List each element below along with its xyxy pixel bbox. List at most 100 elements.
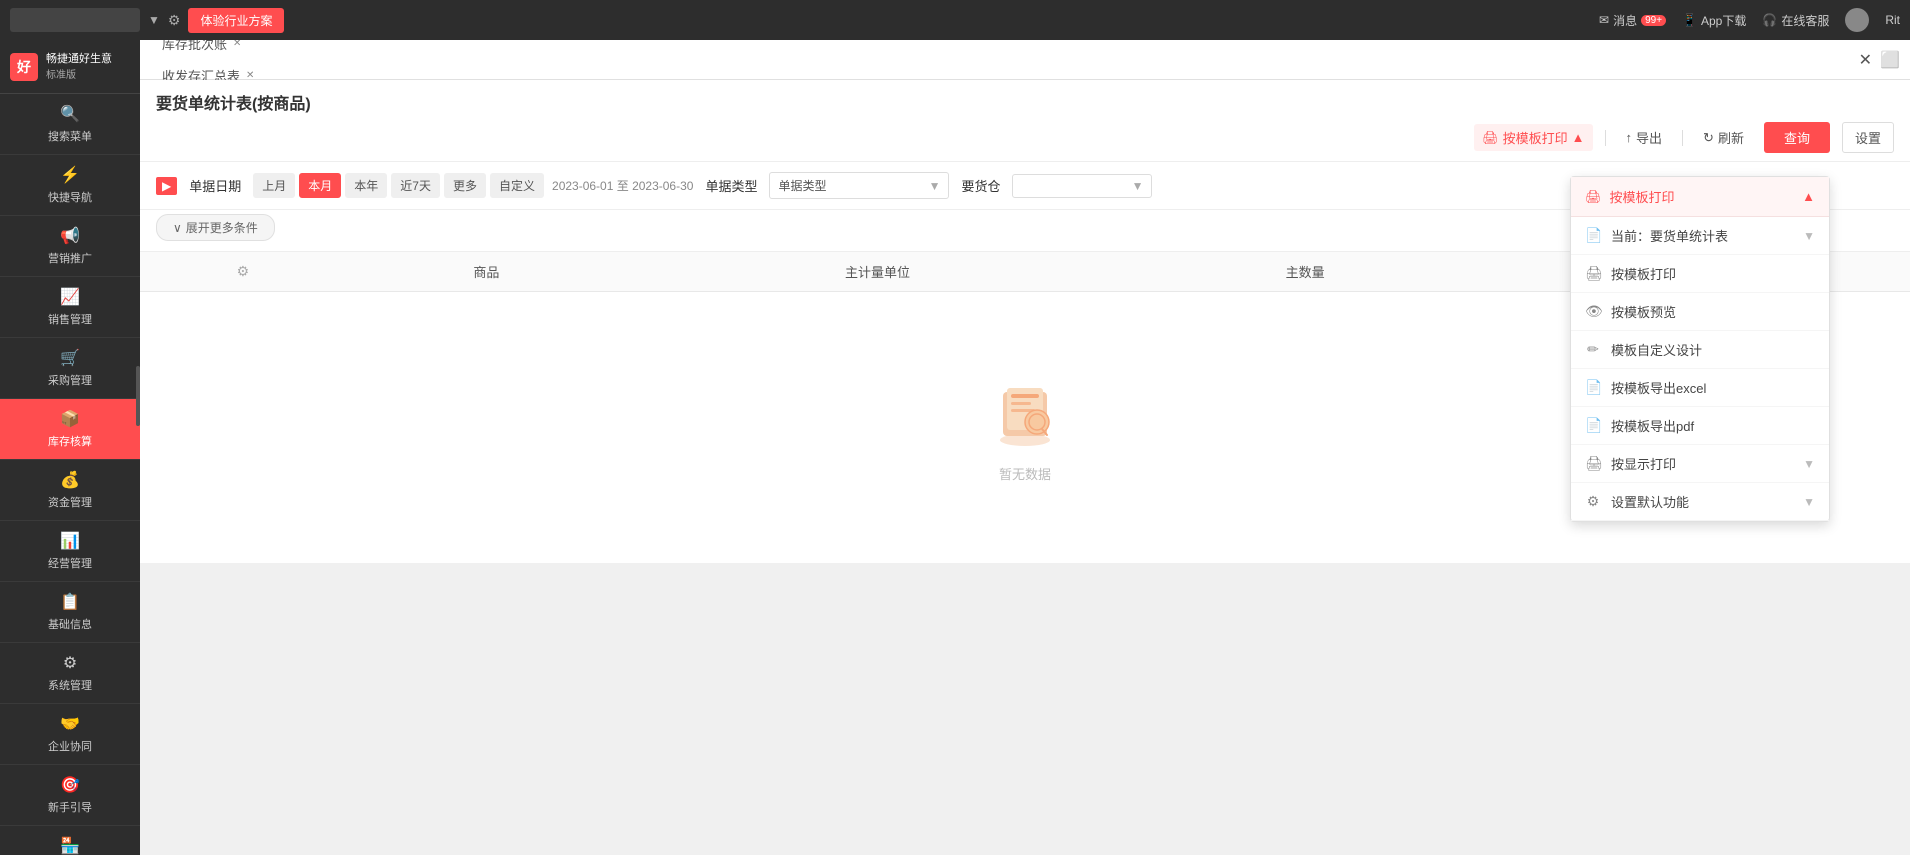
- nav-label-enterprise: 企业协同: [48, 738, 92, 754]
- toolbar-divider-2: [1682, 130, 1683, 146]
- type-filter-select[interactable]: 单据类型 ▼: [769, 172, 949, 199]
- tab-bar: 首页库存批次账✕收发存汇总表✕要货单统计表✕ ✕ ⬜: [140, 40, 1910, 80]
- tpl-excel-label: 按模板导出excel: [1611, 378, 1706, 397]
- display-print-label: 按显示打印: [1611, 454, 1676, 473]
- dropdown-current-template[interactable]: 📄 当前：要货单统计表 ▼: [1571, 217, 1829, 255]
- tpl-print-label: 按模板打印: [1611, 264, 1676, 283]
- nav-label-system: 系统管理: [48, 677, 92, 693]
- top-bar-left: ▼ ⚙ 体验行业方案: [10, 8, 1591, 33]
- column-settings-icon[interactable]: ⚙: [237, 263, 250, 279]
- online-service-label: 在线客服: [1781, 12, 1829, 29]
- table-col-product: 商品: [346, 252, 627, 292]
- tpl-preview-label: 按模板预览: [1611, 302, 1676, 321]
- logo-text-group: 畅捷通好生意 标准版: [46, 52, 112, 81]
- page: 要货单统计表(按商品) 🖨 按模板打印 ▲ ↑ 导出 ↻ 刷新: [140, 80, 1910, 855]
- dropdown-template-pdf[interactable]: 📄 按模板导出pdf: [1571, 407, 1829, 445]
- refresh-button[interactable]: ↻ 刷新: [1695, 124, 1752, 151]
- search-input[interactable]: [10, 8, 140, 32]
- trial-button[interactable]: 体验行业方案: [188, 8, 284, 33]
- nav-label-guide: 新手引导: [48, 799, 92, 815]
- dropdown-header-icons: ▲: [1802, 189, 1815, 204]
- filter-expand-icon[interactable]: ▶: [156, 177, 177, 195]
- settings-button[interactable]: 设置: [1842, 122, 1894, 153]
- default-func-label: 设置默认功能: [1611, 492, 1689, 511]
- maximize-window-icon[interactable]: ⬜: [1880, 50, 1900, 70]
- sidebar-item-quick-nav[interactable]: ⚡ 快捷导航: [0, 155, 140, 216]
- tab-batch-account[interactable]: 库存批次账✕: [150, 40, 266, 60]
- sidebar-item-basic[interactable]: 📋 基础信息: [0, 582, 140, 643]
- dropdown-template-print[interactable]: 🖨 按模板打印: [1571, 255, 1829, 293]
- template-icon: 📄: [1585, 227, 1601, 244]
- default-func-icon: ⚙: [1585, 493, 1601, 510]
- app-download-group[interactable]: 📱 App下载: [1682, 12, 1746, 29]
- print-dropdown: 🖨 按模板打印 ▲ 📄 当前：要货单统计表 ▼ 🖨 按模板打印: [1570, 176, 1830, 522]
- sidebar-item-marketing[interactable]: 📢 营销推广: [0, 216, 140, 277]
- tpl-preview-icon: 👁: [1585, 303, 1601, 320]
- dropdown-up-icon[interactable]: ▲: [1802, 189, 1815, 204]
- nav-icon-marketing: 📢: [60, 226, 80, 246]
- sidebar-logo: 好 畅捷通好生意 标准版: [0, 40, 140, 94]
- tpl-excel-icon: 📄: [1585, 379, 1601, 396]
- query-button[interactable]: 查询: [1764, 122, 1830, 153]
- sidebar-item-enterprise[interactable]: 🤝 企业协同: [0, 704, 140, 765]
- top-bar-right: ✉ 消息 99+ 📱 App下载 🎧 在线客服 Rit: [1599, 8, 1900, 32]
- sidebar-item-finance[interactable]: 💰 资金管理: [0, 460, 140, 521]
- nav-label-quick-nav: 快捷导航: [48, 189, 92, 205]
- avatar[interactable]: [1845, 8, 1869, 32]
- tab-close-batch-account[interactable]: ✕: [233, 40, 241, 49]
- dropdown-default-func[interactable]: ⚙ 设置默认功能 ▼: [1571, 483, 1829, 521]
- empty-text: 暂无数据: [999, 464, 1051, 483]
- export-icon: ↑: [1626, 130, 1633, 145]
- print-button[interactable]: 🖨 按模板打印 ▲: [1474, 124, 1592, 151]
- cargo-filter-select[interactable]: ▼: [1012, 174, 1152, 198]
- date-filter-label: 单据日期: [189, 176, 241, 195]
- chevron-down-icon[interactable]: ▼: [148, 13, 160, 27]
- display-print-icon: 🖨: [1585, 455, 1601, 472]
- sidebar-item-guide[interactable]: 🎯 新手引导: [0, 765, 140, 826]
- sidebar-item-appstore[interactable]: 🏪 应用中心: [0, 826, 140, 855]
- dropdown-printer-icon: 🖨: [1585, 189, 1602, 205]
- tpl-design-icon: ✏: [1585, 341, 1601, 358]
- nav-label-inventory: 库存核算: [48, 433, 92, 449]
- message-group[interactable]: ✉ 消息 99+: [1599, 12, 1666, 29]
- dropdown-template-preview[interactable]: 👁 按模板预览: [1571, 293, 1829, 331]
- nav-label-sales: 销售管理: [48, 311, 92, 327]
- chevron-down-icon: ∨: [173, 221, 182, 235]
- table-col-settings[interactable]: ⚙: [140, 252, 346, 292]
- table-col-quantity: 主数量: [1128, 252, 1483, 292]
- nav-icon-search: 🔍: [60, 104, 80, 124]
- sidebar-item-purchase[interactable]: 🛒 采购管理: [0, 338, 140, 399]
- message-label: 消息: [1613, 12, 1637, 29]
- date-7days[interactable]: 近7天: [391, 173, 440, 198]
- close-window-icon[interactable]: ✕: [1859, 50, 1872, 70]
- expand-more-button[interactable]: ∨ 展开更多条件: [156, 214, 275, 241]
- app-download-label: App下载: [1701, 12, 1746, 29]
- empty-icon: [985, 372, 1065, 452]
- date-custom[interactable]: 自定义: [490, 173, 544, 198]
- nav-label-operations: 经营管理: [48, 555, 92, 571]
- refresh-icon: ↻: [1703, 130, 1714, 146]
- sidebar-item-operations[interactable]: 📊 经营管理: [0, 521, 140, 582]
- export-button[interactable]: ↑ 导出: [1618, 124, 1671, 151]
- expand-more-label: 展开更多条件: [186, 219, 258, 236]
- date-more[interactable]: 更多: [444, 173, 486, 198]
- dropdown-display-print[interactable]: 🖨 按显示打印 ▼: [1571, 445, 1829, 483]
- dropdown-template-excel[interactable]: 📄 按模板导出excel: [1571, 369, 1829, 407]
- app-badge: 标准版: [46, 66, 112, 81]
- sidebar-item-search[interactable]: 🔍 搜索菜单: [0, 94, 140, 155]
- online-service-group[interactable]: 🎧 在线客服: [1762, 12, 1829, 29]
- date-last-month[interactable]: 上月: [253, 173, 295, 198]
- date-this-month[interactable]: 本月: [299, 173, 341, 198]
- sidebar-item-sales[interactable]: 📈 销售管理: [0, 277, 140, 338]
- app-name: 畅捷通好生意: [46, 52, 112, 66]
- chevron-up-icon: ▲: [1572, 130, 1585, 145]
- headset-icon: 🎧: [1762, 13, 1777, 27]
- sidebar-item-system[interactable]: ⚙ 系统管理: [0, 643, 140, 704]
- sidebar-item-inventory[interactable]: 📦 库存核算: [0, 399, 140, 460]
- date-filter-group: 上月 本月 本年 近7天 更多 自定义 2023-06-01 至 2023-06…: [253, 173, 693, 198]
- dropdown-template-design[interactable]: ✏ 模板自定义设计: [1571, 331, 1829, 369]
- gear-icon[interactable]: ⚙: [168, 12, 181, 29]
- logo-icon: 好: [10, 53, 38, 81]
- date-this-year[interactable]: 本年: [345, 173, 387, 198]
- export-label: 导出: [1636, 128, 1662, 147]
